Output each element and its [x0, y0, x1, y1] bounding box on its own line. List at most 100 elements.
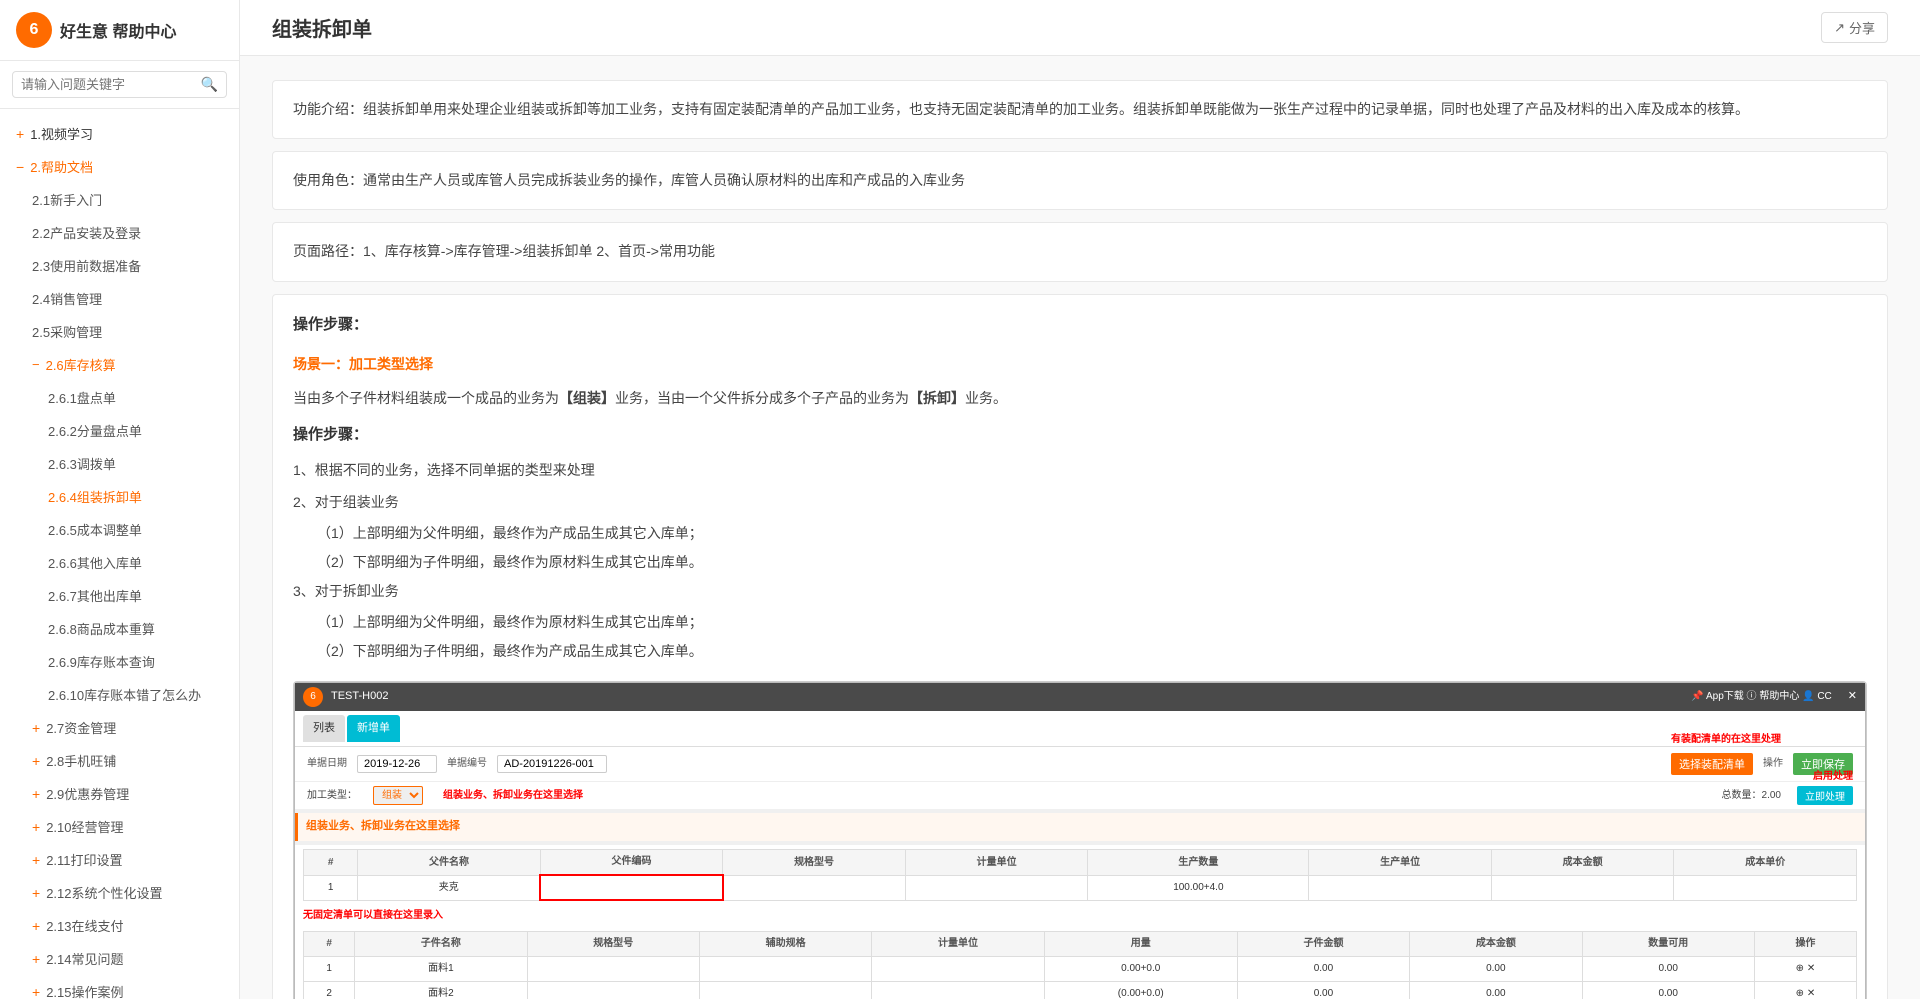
sidebar-item-coupon-label: 2.9优惠券管理 — [46, 784, 129, 803]
sidebar-item-otheroutstock-label: 2.6.7其他出库单 — [48, 586, 142, 605]
plus-icon7: + — [32, 885, 40, 901]
sidebar-item-cases[interactable]: + 2.15操作案例 — [0, 975, 239, 999]
lcol-no: # — [304, 932, 355, 957]
mock-billno-input[interactable] — [497, 755, 607, 773]
annotation-nofixed: 无固定清单可以直接在这里录入 — [295, 905, 1865, 927]
step1: 1、根据不同的业务，选择不同单据的类型来处理 — [293, 458, 1867, 483]
role-text: 使用角色：通常由生产人员或库管人员完成拆装业务的操作，库管人员确认原材料的出库和… — [293, 172, 965, 188]
mock-tab-new[interactable]: 新增单 — [347, 715, 400, 743]
mock-form-toolbar: 单据日期 单据编号 有装配清单的在这里处理 选择装配清单 操作 立即保存 — [295, 747, 1865, 782]
intro-text: 功能介绍：组装拆卸单用来处理企业组装或拆卸等加工业务，支持有固定装配清单的产品加… — [293, 101, 1749, 117]
page-title: 组装拆卸单 — [272, 13, 372, 42]
search-wrap[interactable]: 🔍 — [12, 71, 227, 98]
mock-select-bom-btn[interactable]: 选择装配清单 — [1671, 753, 1753, 775]
plus-icon2: + — [32, 720, 40, 736]
sidebar-item-video[interactable]: + 1.视频学习 — [0, 117, 239, 150]
sidebar-item-ops-label: 2.10经营管理 — [46, 817, 123, 836]
path-box: 页面路径：1、库存核算->库存管理->组装拆卸单 2、首页->常用功能 — [272, 222, 1888, 281]
scenario-desc: 当由多个子件材料组装成一个成品的业务为【组装】业务，当由一个父件拆分成多个子产品… — [293, 385, 1867, 412]
ops-title: 操作步骤： — [293, 311, 1867, 338]
sidebar-item-install-label: 2.2产品安装及登录 — [32, 223, 141, 242]
mock-date-input[interactable] — [357, 755, 437, 773]
sidebar-item-inventory-label: 2.6库存核算 — [46, 355, 116, 374]
mock-titlebar: 6 TEST-H002 📌 App下载 ⓘ 帮助中心 👤 CC ✕ — [295, 683, 1865, 711]
scenario-title: 场景一：加工类型选择 — [293, 352, 1867, 377]
cell-cost-amt — [1491, 875, 1674, 900]
mock-type-row: 加工类型： 组装 拆卸 组装业务、拆卸业务在这里选择 总数量：2.00 启用处理… — [295, 782, 1865, 809]
sidebar-item-ops[interactable]: + 2.10经营管理 — [0, 810, 239, 843]
sidebar-item-mobile[interactable]: + 2.8手机旺铺 — [0, 744, 239, 777]
sidebar-item-transfer[interactable]: 2.6.3调拨单 — [0, 447, 239, 480]
sidebar-item-install[interactable]: 2.2产品安装及登录 — [0, 216, 239, 249]
sidebar-item-stockcheck[interactable]: 2.6.9库存账本查询 — [0, 645, 239, 678]
step3: 3、对于拆卸业务 — [293, 579, 1867, 604]
mock-logo: 6 — [303, 687, 323, 707]
sidebar-item-print-label: 2.11打印设置 — [46, 850, 122, 869]
step3-sub2: （2）下部明细为子件明细，最终作为产成品生成其它入库单。 — [317, 639, 1867, 664]
sidebar-item-video-label: 1.视频学习 — [30, 124, 93, 143]
app-title: 好生意 帮助中心 — [60, 18, 176, 42]
mock-application: 6 TEST-H002 📌 App下载 ⓘ 帮助中心 👤 CC ✕ 列表 新增单 — [294, 682, 1866, 999]
minus-icon: − — [16, 159, 24, 175]
plus-icon5: + — [32, 819, 40, 835]
sidebar: 6 好生意 帮助中心 🔍 + 1.视频学习 − 2.帮助文档 2.1新手入门 2… — [0, 0, 240, 999]
sidebar-item-print[interactable]: + 2.11打印设置 — [0, 843, 239, 876]
lower-table-row: 2 面料2 (0.00+0.0) 0.00 0.00 0.00 ⊕ ✕ — [304, 982, 1857, 999]
sidebar-item-stockerror-label: 2.6.10库存账本错了怎么办 — [48, 685, 201, 704]
sidebar-item-otheroutstock[interactable]: 2.6.7其他出库单 — [0, 579, 239, 612]
cell-unit — [905, 875, 1088, 900]
cell-prod-unit — [1309, 875, 1492, 900]
annotation-bom: 有装配清单的在这里处理 — [1671, 731, 1781, 749]
sidebar-item-newbie[interactable]: 2.1新手入门 — [0, 183, 239, 216]
mock-label-billno: 单据编号 — [447, 755, 487, 773]
search-input[interactable] — [21, 77, 201, 92]
mock-section-title-assembly: 组装业务、拆卸业务在这里选择 — [295, 813, 1865, 841]
main-body: 功能介绍：组装拆卸单用来处理企业组装或拆卸等加工业务，支持有固定装配清单的产品加… — [240, 56, 1920, 999]
steps-box: 操作步骤： 场景一：加工类型选择 当由多个子件材料组装成一个成品的业务为【组装】… — [272, 294, 1888, 999]
sidebar-item-newbie-label: 2.1新手入门 — [32, 190, 102, 209]
search-box: 🔍 — [0, 61, 239, 109]
col-parent-code: 父件编码 — [540, 850, 723, 876]
col-no: # — [304, 850, 358, 876]
sidebar-item-stocktake[interactable]: 2.6.1盘点单 — [0, 381, 239, 414]
mock-label-save: 操作 — [1763, 755, 1783, 773]
sidebar-item-stockerror[interactable]: 2.6.10库存账本错了怎么办 — [0, 678, 239, 711]
mock-type-select[interactable]: 组装 拆卸 — [373, 786, 423, 805]
sidebar-item-costrecalc[interactable]: 2.6.8商品成本重算 — [0, 612, 239, 645]
sidebar-item-otherinstock[interactable]: 2.6.6其他入库单 — [0, 546, 239, 579]
step3-sub1: （1）上部明细为父件明细，最终作为原材料生成其它出库单； — [317, 610, 1867, 635]
main-header: 组装拆卸单 ↗ 分享 — [240, 0, 1920, 56]
sidebar-item-purchase[interactable]: 2.5采购管理 — [0, 315, 239, 348]
plus-icon9: + — [32, 951, 40, 967]
step2: 2、对于组装业务 — [293, 490, 1867, 515]
sidebar-item-faq[interactable]: + 2.14常见问题 — [0, 942, 239, 975]
sidebar-item-personalize[interactable]: + 2.12系统个性化设置 — [0, 876, 239, 909]
sidebar-item-partstocktake[interactable]: 2.6.2分量盘点单 — [0, 414, 239, 447]
lcol-ops: 操作 — [1754, 932, 1856, 957]
sidebar-item-coupon[interactable]: + 2.9优惠券管理 — [0, 777, 239, 810]
sidebar-item-faq-label: 2.14常见问题 — [46, 949, 123, 968]
sidebar-item-docs[interactable]: − 2.帮助文档 — [0, 150, 239, 183]
mock-close-icon[interactable]: ✕ — [1848, 687, 1857, 707]
sidebar-item-data-label: 2.3使用前数据准备 — [32, 256, 141, 275]
sidebar-item-costadjust[interactable]: 2.6.5成本调整单 — [0, 513, 239, 546]
sidebar-item-assembly[interactable]: 2.6.4组装拆卸单 — [0, 480, 239, 513]
sidebar-item-fund[interactable]: + 2.7资金管理 — [0, 711, 239, 744]
cell-cost-price — [1674, 875, 1857, 900]
share-button[interactable]: ↗ 分享 — [1821, 12, 1888, 43]
cell-no: 1 — [304, 875, 358, 900]
lcol-usage: 用量 — [1044, 932, 1237, 957]
sidebar-item-payment[interactable]: + 2.13在线支付 — [0, 909, 239, 942]
sidebar-item-data[interactable]: 2.3使用前数据准备 — [0, 249, 239, 282]
mock-process-btn[interactable]: 立即处理 — [1797, 786, 1853, 805]
main-area: 组装拆卸单 ↗ 分享 功能介绍：组装拆卸单用来处理企业组装或拆卸等加工业务，支持… — [240, 0, 1920, 999]
lcol-avail-qty: 数量可用 — [1582, 932, 1754, 957]
sidebar-item-inventory[interactable]: − 2.6库存核算 — [0, 348, 239, 381]
plus-icon3: + — [32, 753, 40, 769]
sidebar-item-assembly-label: 2.6.4组装拆卸单 — [48, 487, 142, 506]
plus-icon10: + — [32, 984, 40, 999]
sidebar-item-sales[interactable]: 2.4销售管理 — [0, 282, 239, 315]
mock-tab-list[interactable]: 列表 — [303, 715, 345, 743]
annotation-type: 组装业务、拆卸业务在这里选择 — [443, 787, 583, 805]
role-box: 使用角色：通常由生产人员或库管人员完成拆装业务的操作，库管人员确认原材料的出库和… — [272, 151, 1888, 210]
